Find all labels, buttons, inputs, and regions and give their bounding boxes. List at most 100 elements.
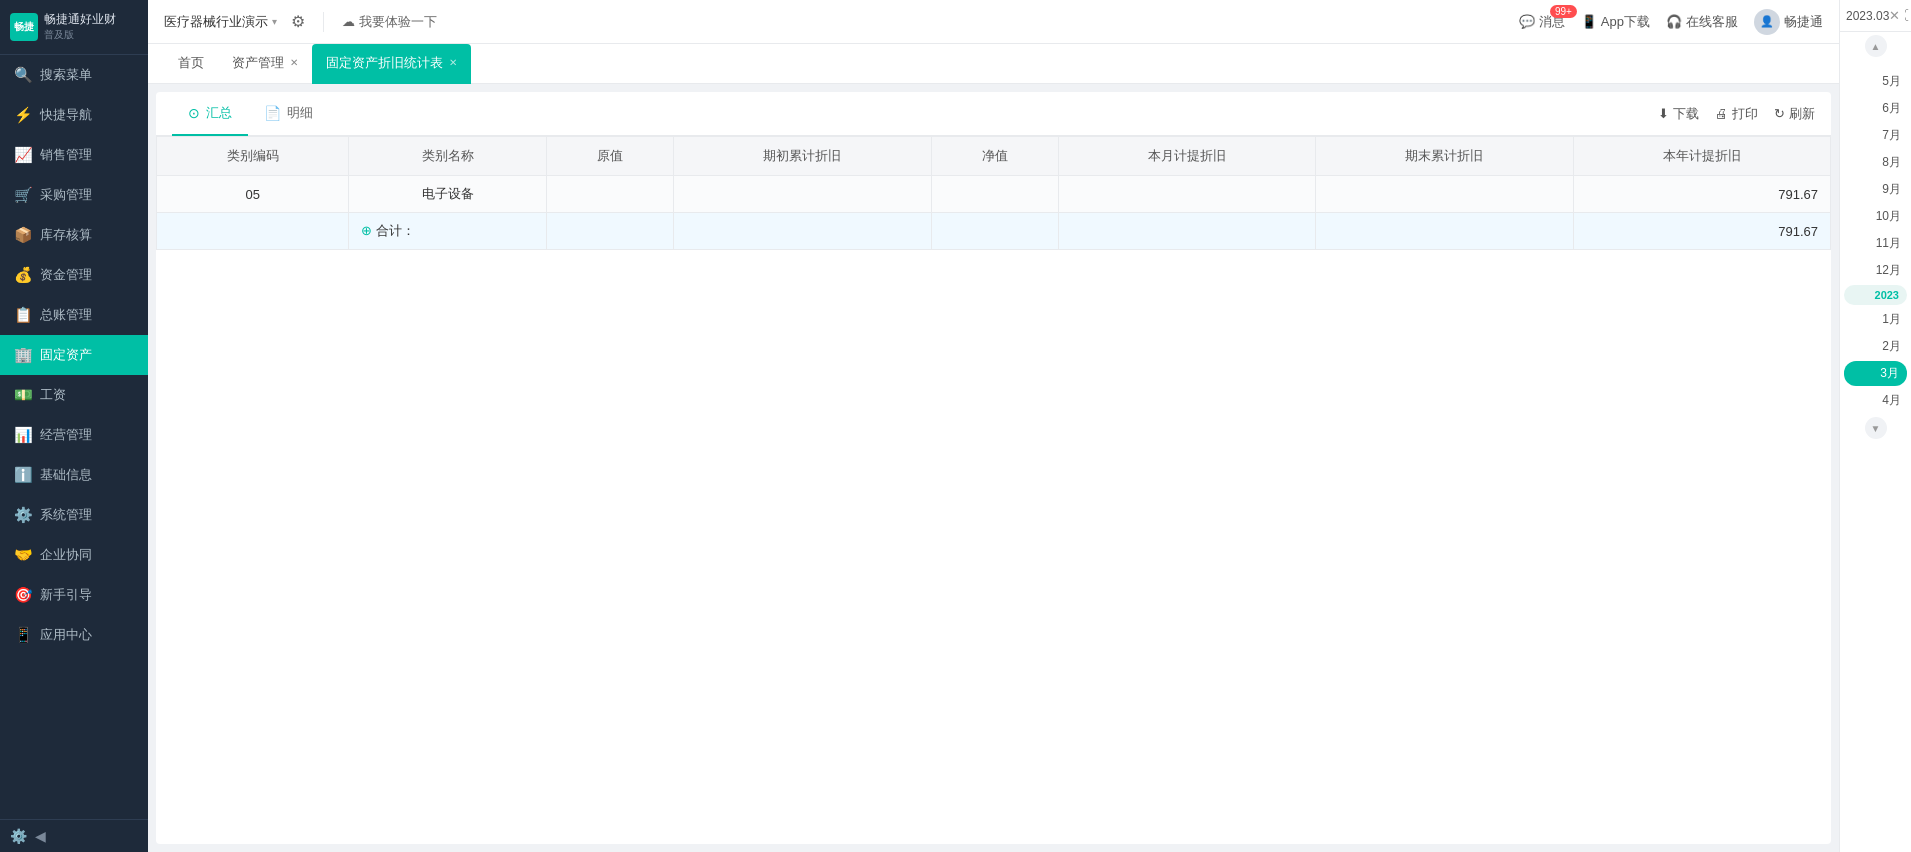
month-item[interactable]: 6月: [1840, 95, 1911, 122]
sidebar-logo: 畅捷 畅捷通好业财 普及版: [0, 0, 148, 55]
month-item[interactable]: 10月: [1840, 203, 1911, 230]
detail-sub-icon: 📄: [264, 105, 281, 121]
tab-asset-mgmt[interactable]: 资产管理 ✕: [218, 44, 312, 84]
notifications-badge: 99+: [1550, 5, 1577, 18]
enterprise-icon: 🤝: [14, 546, 32, 564]
funds-icon: 💰: [14, 266, 32, 284]
sidebar-label-app-center: 应用中心: [40, 626, 92, 644]
tab-home[interactable]: 首页: [164, 44, 218, 84]
total-cell: [1058, 213, 1315, 250]
sidebar-label-purchase: 采购管理: [40, 186, 92, 204]
notifications-icon: 💬: [1519, 14, 1535, 29]
download-btn[interactable]: ⬇ 下载: [1658, 105, 1699, 123]
sidebar-item-inventory[interactable]: 📦 库存核算: [0, 215, 148, 255]
tab-label-home: 首页: [178, 54, 204, 72]
notifications-btn[interactable]: 💬 消息 99+: [1519, 13, 1565, 31]
sidebar-item-payroll[interactable]: 💵 工资: [0, 375, 148, 415]
header-divider: [323, 12, 324, 32]
sidebar-item-search[interactable]: 🔍 搜索菜单: [0, 55, 148, 95]
sidebar-item-system[interactable]: ⚙️系统管理: [0, 495, 148, 535]
month-nav-down[interactable]: ▼: [1865, 417, 1887, 439]
table-cell: 电子设备: [349, 176, 546, 213]
sub-tab-bar: ⊙ 汇总 📄 明细 ⬇ 下载 🖨 打印 ↻ 刷新: [156, 92, 1831, 136]
month-item[interactable]: 5月: [1840, 68, 1911, 95]
experience-btn[interactable]: ☁ 我要体验一下: [342, 13, 437, 31]
sidebar-label-payroll: 工资: [40, 386, 66, 404]
tab-close-asset-mgmt[interactable]: ✕: [290, 57, 298, 68]
app-download-btn[interactable]: 📱 App下载: [1581, 13, 1650, 31]
inventory-icon: 📦: [14, 226, 32, 244]
sidebar-collapse-icon[interactable]: ◀: [35, 828, 46, 844]
payroll-icon: 💵: [14, 386, 32, 404]
month-item-2[interactable]: 2月: [1840, 333, 1911, 360]
col-header: 净值: [931, 137, 1058, 176]
sidebar-label-operations: 经营管理: [40, 426, 92, 444]
summary-sub-icon: ⊙: [188, 105, 200, 121]
sidebar-item-ledger[interactable]: 📋总账管理: [0, 295, 148, 335]
sidebar-item-guide[interactable]: 🎯新手引导: [0, 575, 148, 615]
customer-service-btn[interactable]: 🎧 在线客服: [1666, 13, 1738, 31]
month-item-4[interactable]: 4月: [1840, 387, 1911, 414]
sidebar-item-fixed-assets[interactable]: 🏢固定资产: [0, 335, 148, 375]
sidebar: 畅捷 畅捷通好业财 普及版 🔍 搜索菜单 ⚡快捷导航📈销售管理 🛒 采购管理 📦 库存核算 💰…: [0, 0, 148, 852]
search-icon: 🔍: [14, 66, 32, 84]
total-cell: [931, 213, 1058, 250]
total-cell: [546, 213, 673, 250]
print-btn[interactable]: 🖨 打印: [1715, 105, 1758, 123]
month-item-3[interactable]: 3月: [1844, 361, 1907, 386]
date-panel: 2023.03 ✕ ⛶ ▲5月6月7月8月9月10月11月12月20231月2月…: [1839, 0, 1911, 852]
logo-title: 畅捷通好业财: [44, 12, 116, 28]
month-item[interactable]: 11月: [1840, 230, 1911, 257]
sidebar-item-enterprise[interactable]: 🤝企业协同: [0, 535, 148, 575]
sub-tab-label-detail: 明细: [287, 104, 313, 122]
expand-panel-icon[interactable]: ⛶: [1904, 8, 1911, 23]
month-item-1[interactable]: 1月: [1840, 306, 1911, 333]
download-label: 下载: [1673, 105, 1699, 123]
sidebar-item-purchase[interactable]: 🛒 采购管理: [0, 175, 148, 215]
sidebar-settings-icon[interactable]: ⚙️: [10, 828, 27, 844]
user-menu-btn[interactable]: 👤 畅捷通: [1754, 9, 1823, 35]
fixed-assets-icon: 🏢: [14, 346, 32, 364]
tab-close-depreciation[interactable]: ✕: [449, 57, 457, 68]
tab-depreciation[interactable]: 固定资产折旧统计表✕: [312, 44, 471, 84]
sidebar-label-search: 搜索菜单: [40, 66, 92, 84]
sub-tab-label-summary: 汇总: [206, 104, 232, 122]
sidebar-label-basic-info: 基础信息: [40, 466, 92, 484]
sidebar-item-operations[interactable]: 📊经营管理: [0, 415, 148, 455]
close-panel-icon[interactable]: ✕: [1889, 8, 1900, 23]
sidebar-item-basic-info[interactable]: ℹ️ 基础信息: [0, 455, 148, 495]
col-header: 期末累计折旧: [1316, 137, 1573, 176]
download-icon: ⬇: [1658, 106, 1669, 121]
year-tag-2023[interactable]: 2023: [1844, 285, 1907, 305]
sidebar-item-sales[interactable]: 📈销售管理: [0, 135, 148, 175]
sidebar-item-funds[interactable]: 💰资金管理: [0, 255, 148, 295]
tab-label-asset-mgmt: 资产管理: [232, 54, 284, 72]
total-cell: ⊕合计：: [349, 213, 546, 250]
total-cell: 791.67: [1573, 213, 1830, 250]
month-item[interactable]: 8月: [1840, 149, 1911, 176]
sidebar-item-quick-nav[interactable]: ⚡快捷导航: [0, 95, 148, 135]
app-download-icon: 📱: [1581, 14, 1597, 29]
month-item[interactable]: 7月: [1840, 122, 1911, 149]
month-item[interactable]: 9月: [1840, 176, 1911, 203]
sidebar-label-inventory: 库存核算: [40, 226, 92, 244]
customer-service-icon: 🎧: [1666, 14, 1682, 29]
basic-info-icon: ℹ️: [14, 466, 32, 484]
month-nav-up[interactable]: ▲: [1865, 35, 1887, 57]
refresh-btn[interactable]: ↻ 刷新: [1774, 105, 1815, 123]
table-cell: 05: [157, 176, 349, 213]
system-icon: ⚙️: [14, 506, 32, 524]
table-header-row: 类别编码类别名称原值期初累计折旧净值本月计提折旧期末累计折旧本年计提折旧: [157, 137, 1831, 176]
month-item[interactable]: 12月: [1840, 257, 1911, 284]
header-settings-icon[interactable]: ⚙: [291, 12, 305, 31]
sidebar-item-app-center[interactable]: 📱应用中心: [0, 615, 148, 655]
purchase-icon: 🛒: [14, 186, 32, 204]
refresh-icon: ↻: [1774, 106, 1785, 121]
table-cell: [546, 176, 673, 213]
month-list: ▲ 5月6月7月8月9月10月11月12月20231月2月3月4月 ▼: [1840, 32, 1911, 852]
logo-version: 普及版: [44, 28, 116, 42]
app-download-label: App下载: [1601, 13, 1650, 31]
company-selector[interactable]: 医疗器械行业演示 ▾: [164, 13, 277, 31]
sub-tab-detail[interactable]: 📄 明细: [248, 92, 329, 136]
sub-tab-summary[interactable]: ⊙ 汇总: [172, 92, 248, 136]
